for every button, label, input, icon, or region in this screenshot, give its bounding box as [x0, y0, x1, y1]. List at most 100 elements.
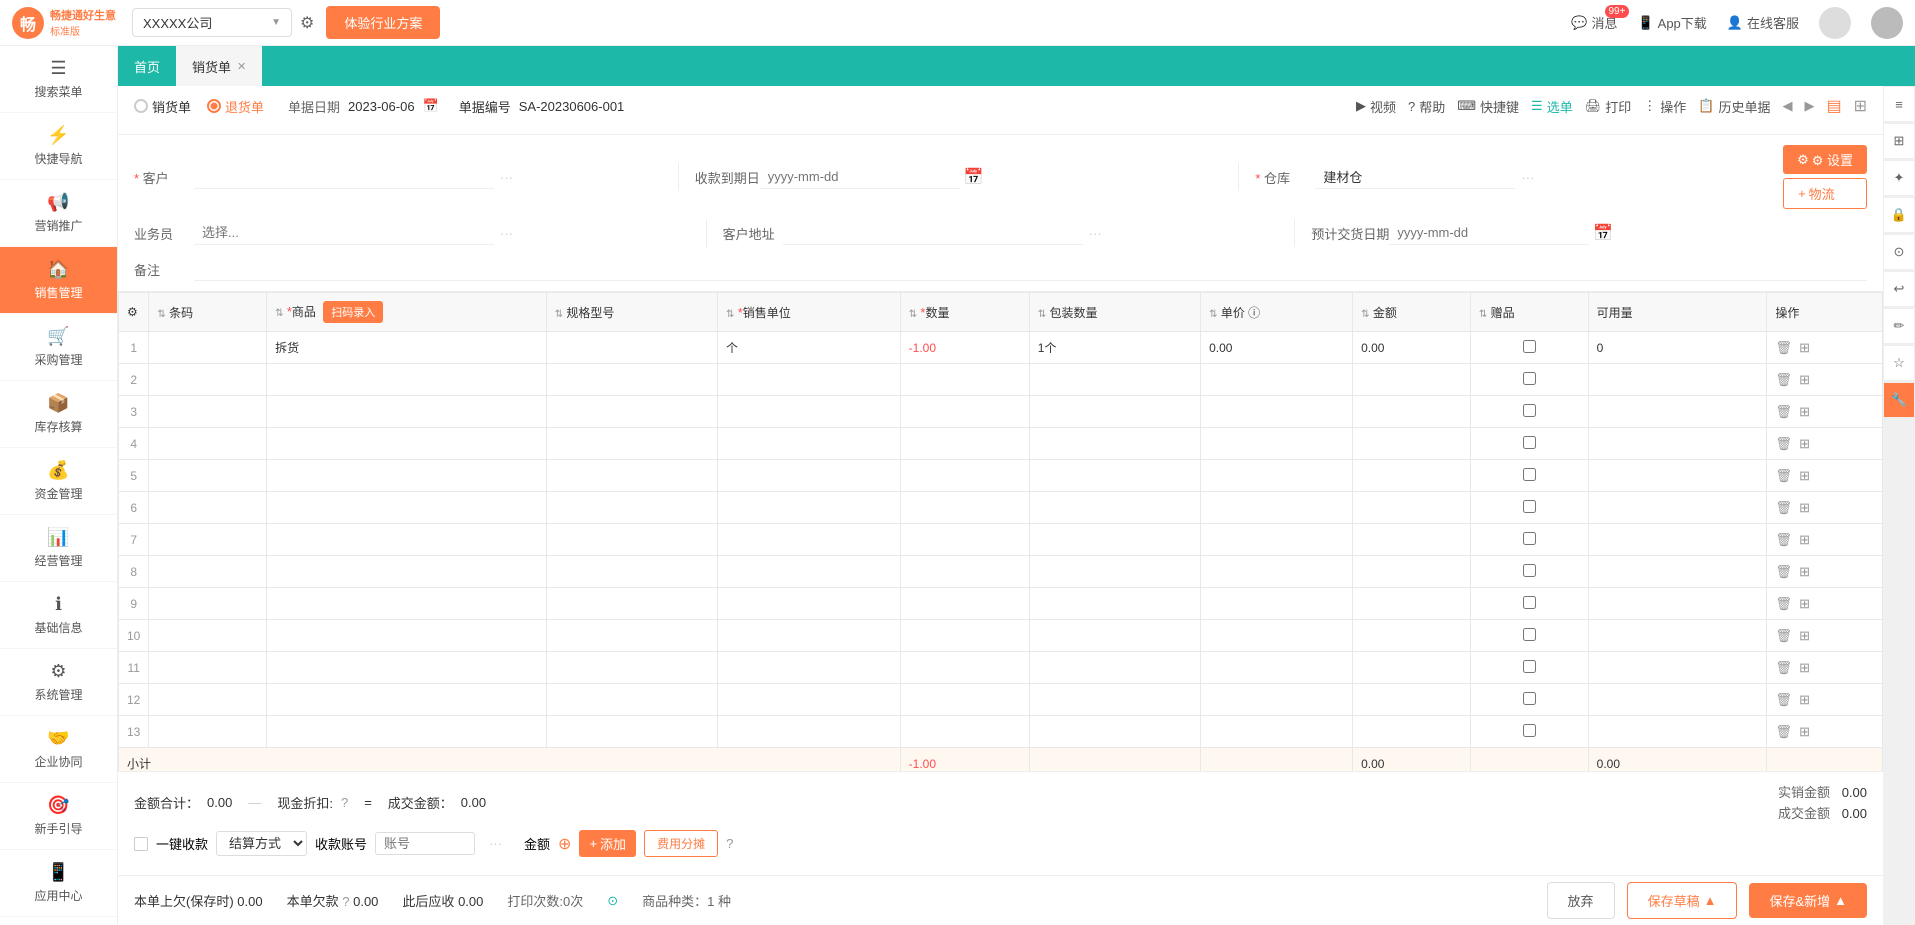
cell-unit[interactable]: [717, 684, 900, 716]
cell-qty[interactable]: [900, 716, 1029, 748]
sidebar-item-purchase[interactable]: 🛒 采购管理: [0, 314, 117, 381]
cell-spec[interactable]: [546, 332, 717, 364]
radio-sales[interactable]: 销货单: [134, 97, 191, 116]
delete-icon[interactable]: 🗑: [1775, 724, 1792, 739]
cell-gift[interactable]: [1470, 364, 1588, 396]
cell-amount[interactable]: [1353, 588, 1471, 620]
cell-amount[interactable]: [1353, 684, 1471, 716]
sidebar-item-basic[interactable]: ℹ 基础信息: [0, 582, 117, 649]
cell-action[interactable]: 🗑 ⊞: [1767, 556, 1883, 588]
sidebar-item-apps[interactable]: 📱 应用中心: [0, 850, 117, 917]
copy-icon[interactable]: ⊞: [1799, 500, 1810, 515]
cell-amount[interactable]: [1353, 716, 1471, 748]
cell-qty[interactable]: [900, 428, 1029, 460]
cell-gift[interactable]: [1470, 524, 1588, 556]
cell-barcode[interactable]: [149, 428, 267, 460]
col-settings[interactable]: ⚙: [119, 293, 149, 332]
cell-product[interactable]: [267, 556, 546, 588]
delete-icon[interactable]: 🗑: [1775, 340, 1792, 355]
customer-input[interactable]: [194, 165, 494, 189]
cell-price[interactable]: [1201, 492, 1353, 524]
rs-btn-orange[interactable]: 🔧: [1883, 382, 1915, 418]
prev-icon[interactable]: ◀: [1782, 98, 1792, 114]
cell-price[interactable]: [1201, 396, 1353, 428]
cell-pkg-qty[interactable]: [1029, 556, 1200, 588]
cell-spec[interactable]: [546, 652, 717, 684]
rs-btn-1[interactable]: ≡: [1883, 86, 1915, 122]
cell-qty[interactable]: [900, 556, 1029, 588]
radio-return[interactable]: 退货单: [207, 97, 264, 116]
cell-gift[interactable]: [1470, 428, 1588, 460]
sidebar-item-guide[interactable]: 🎯 新手引导: [0, 783, 117, 850]
copy-icon[interactable]: ⊞: [1799, 436, 1810, 451]
cell-gift[interactable]: [1470, 652, 1588, 684]
tab-close-icon[interactable]: ✕: [237, 60, 246, 73]
cell-spec[interactable]: [546, 364, 717, 396]
cell-unit[interactable]: [717, 652, 900, 684]
cell-spec[interactable]: [546, 524, 717, 556]
save-draft-btn[interactable]: 保存草稿 ▲: [1627, 882, 1738, 919]
cell-amount[interactable]: [1353, 364, 1471, 396]
cell-spec[interactable]: [546, 588, 717, 620]
copy-icon[interactable]: ⊞: [1799, 660, 1810, 675]
cell-pkg-qty[interactable]: [1029, 460, 1200, 492]
cell-gift[interactable]: [1470, 396, 1588, 428]
cell-price[interactable]: [1201, 428, 1353, 460]
delete-icon[interactable]: 🗑: [1775, 404, 1792, 419]
cell-spec[interactable]: [546, 396, 717, 428]
cell-action[interactable]: 🗑 ⊞: [1767, 460, 1883, 492]
delete-icon[interactable]: 🗑: [1775, 500, 1792, 515]
cell-unit[interactable]: [717, 428, 900, 460]
cell-pkg-qty[interactable]: [1029, 716, 1200, 748]
cell-pkg-qty[interactable]: 1个: [1029, 332, 1200, 364]
toolbar-help[interactable]: ? 帮助: [1408, 97, 1445, 116]
table-view-icon[interactable]: ⊞: [1854, 96, 1867, 116]
cell-product[interactable]: [267, 684, 546, 716]
avatar-2[interactable]: [1871, 7, 1903, 39]
delete-icon[interactable]: 🗑: [1775, 660, 1792, 675]
cell-price[interactable]: [1201, 620, 1353, 652]
rs-btn-3[interactable]: ✦: [1883, 160, 1915, 196]
cell-amount[interactable]: [1353, 396, 1471, 428]
abandon-btn[interactable]: 放弃: [1547, 882, 1615, 919]
cell-amount[interactable]: [1353, 428, 1471, 460]
calc-method-select[interactable]: 结算方式: [216, 831, 307, 856]
cell-qty[interactable]: [900, 396, 1029, 428]
logistics-float-btn[interactable]: + 物流: [1783, 178, 1867, 209]
cell-price[interactable]: [1201, 588, 1353, 620]
copy-icon[interactable]: ⊞: [1799, 372, 1810, 387]
expected-date-input[interactable]: [1389, 221, 1589, 245]
cell-price[interactable]: [1201, 364, 1353, 396]
cell-barcode[interactable]: [149, 652, 267, 684]
cell-spec[interactable]: [546, 684, 717, 716]
cell-amount[interactable]: [1353, 460, 1471, 492]
cell-action[interactable]: 🗑 ⊞: [1767, 652, 1883, 684]
delete-icon[interactable]: 🗑: [1775, 372, 1792, 387]
cell-spec[interactable]: [546, 492, 717, 524]
account-input[interactable]: [375, 832, 475, 855]
cell-gift[interactable]: [1470, 716, 1588, 748]
cell-unit[interactable]: [717, 492, 900, 524]
delete-icon[interactable]: 🗑: [1775, 692, 1792, 707]
settings-icon[interactable]: ⚙: [300, 13, 314, 33]
rs-btn-2[interactable]: ⊞: [1883, 123, 1915, 159]
calendar-due-icon[interactable]: 📅: [960, 167, 988, 187]
cell-action[interactable]: 🗑 ⊞: [1767, 332, 1883, 364]
cell-barcode[interactable]: [149, 492, 267, 524]
cell-unit[interactable]: [717, 524, 900, 556]
cell-barcode[interactable]: [149, 332, 267, 364]
cell-gift[interactable]: [1470, 684, 1588, 716]
next-icon[interactable]: ▶: [1804, 98, 1814, 114]
cell-price[interactable]: [1201, 652, 1353, 684]
cell-qty[interactable]: -1.00: [900, 332, 1029, 364]
cell-price[interactable]: [1201, 684, 1353, 716]
message-btn[interactable]: 💬 消息 99+: [1571, 13, 1617, 32]
cell-qty[interactable]: [900, 620, 1029, 652]
cell-action[interactable]: 🗑 ⊞: [1767, 620, 1883, 652]
addr-input[interactable]: [783, 221, 1083, 245]
help-owe[interactable]: ?: [342, 894, 349, 909]
sidebar-item-operation[interactable]: 📊 经营管理: [0, 515, 117, 582]
cell-product[interactable]: [267, 396, 546, 428]
cell-amount[interactable]: [1353, 620, 1471, 652]
cell-amount[interactable]: [1353, 492, 1471, 524]
